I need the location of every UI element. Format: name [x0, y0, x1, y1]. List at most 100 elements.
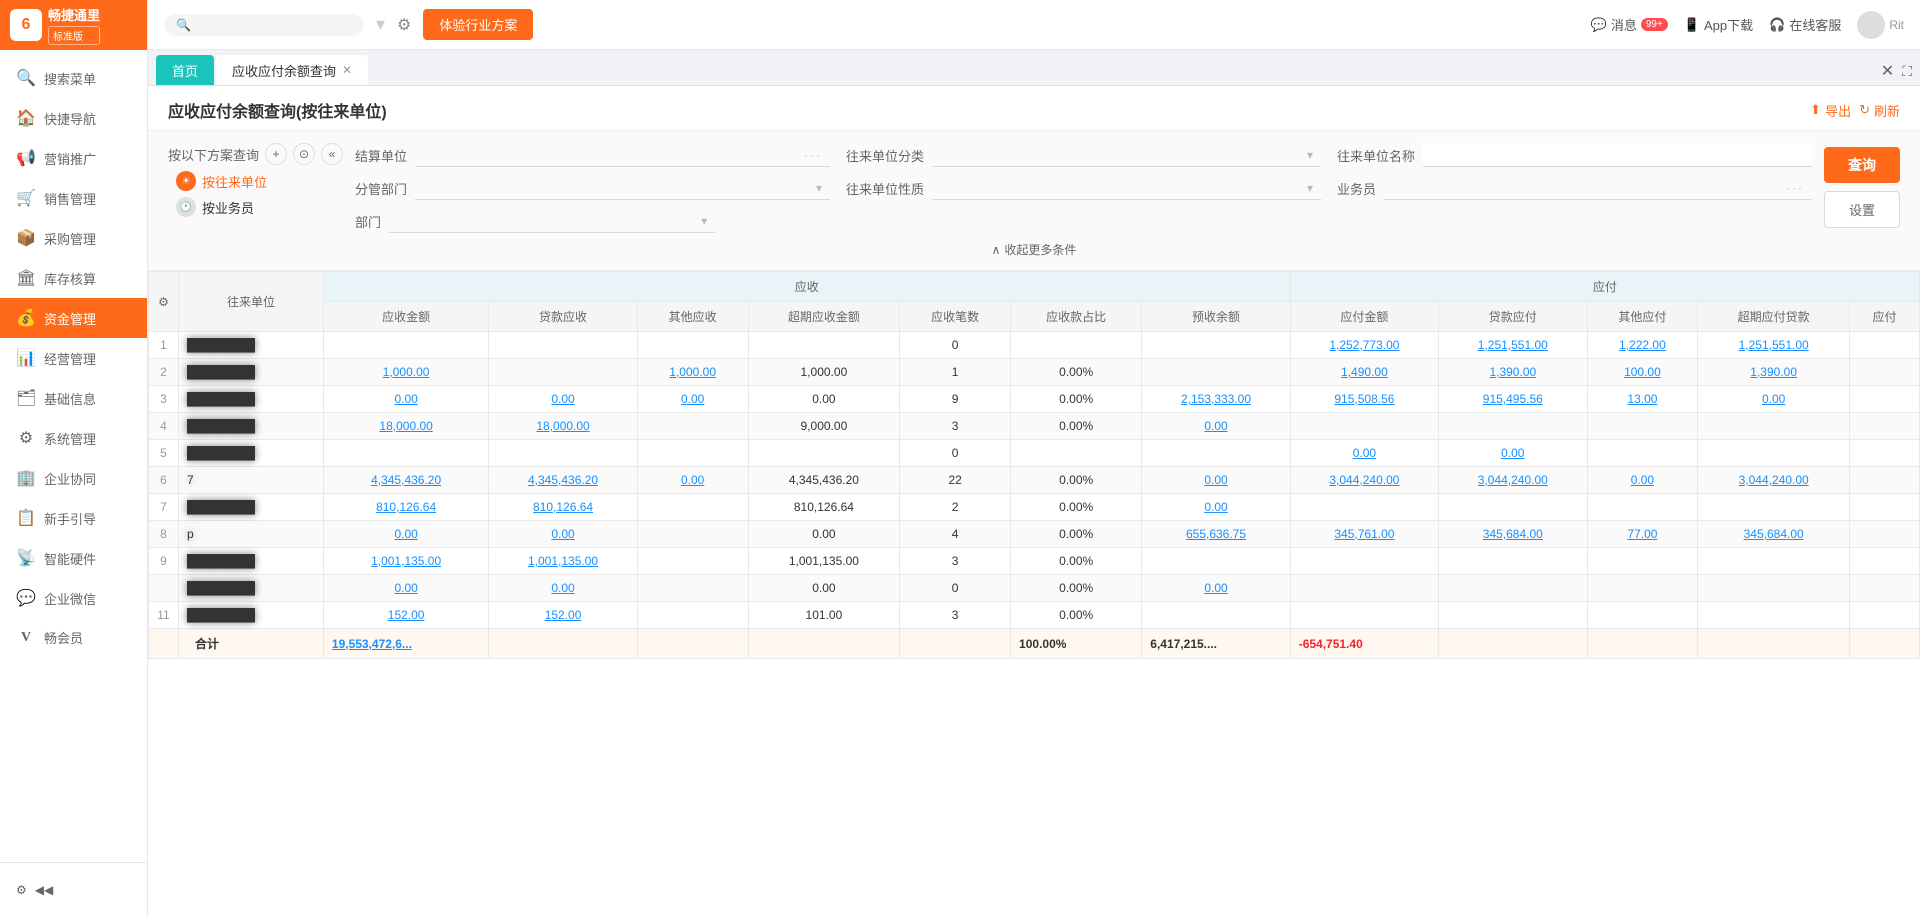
row-data-cell[interactable] [1142, 602, 1290, 629]
row-data-cell[interactable] [637, 413, 748, 440]
row-data-cell[interactable]: 3,044,240.00 [1290, 467, 1438, 494]
salesman-input[interactable]: ··· [1384, 177, 1812, 200]
dept2-input[interactable]: ▾ [389, 210, 715, 233]
row-data-cell[interactable]: 0.00 [637, 386, 748, 413]
row-data-cell[interactable]: 4,345,436.20 [489, 467, 637, 494]
sidebar-item-system[interactable]: ⚙ 系统管理 [0, 418, 147, 458]
row-data-cell[interactable] [1142, 359, 1290, 386]
table-settings-header[interactable]: ⚙ [149, 272, 179, 332]
sidebar-collapse-btn[interactable]: ◀◀ [35, 883, 53, 897]
row-data-cell[interactable]: 915,495.56 [1439, 386, 1587, 413]
sidebar-item-purchase[interactable]: 📦 采购管理 [0, 218, 147, 258]
row-data-cell[interactable] [1142, 440, 1290, 467]
topbar-online-service[interactable]: 🎧 在线客服 [1769, 15, 1841, 34]
row-data-cell[interactable]: 0.00 [1698, 386, 1850, 413]
row-data-cell[interactable] [1290, 602, 1438, 629]
row-data-cell[interactable]: 1,251,551.00 [1698, 332, 1850, 359]
row-data-cell[interactable] [637, 602, 748, 629]
row-data-cell[interactable]: 3,044,240.00 [1439, 467, 1587, 494]
category-input[interactable]: ▾ [932, 144, 1321, 167]
sidebar-item-hardware[interactable]: 📡 智能硬件 [0, 538, 147, 578]
row-data-cell[interactable] [1698, 548, 1850, 575]
row-data-cell[interactable] [637, 332, 748, 359]
row-data-cell[interactable]: 1,222.00 [1587, 332, 1698, 359]
row-data-cell[interactable] [1439, 494, 1587, 521]
row-data-cell[interactable] [1587, 413, 1698, 440]
partner-name-input[interactable] [1423, 143, 1812, 167]
row-data-cell[interactable] [489, 332, 637, 359]
sidebar-item-inventory[interactable]: 🏛 库存核算 [0, 258, 147, 298]
row-data-cell[interactable]: 810,126.64 [489, 494, 637, 521]
row-data-cell[interactable] [1290, 548, 1438, 575]
tab-home[interactable]: 首页 [156, 55, 214, 85]
row-data-cell[interactable]: 345,761.00 [1290, 521, 1438, 548]
row-data-cell[interactable] [1698, 440, 1850, 467]
filter-collapse-icon[interactable]: « [321, 143, 343, 165]
row-data-cell[interactable] [1439, 548, 1587, 575]
sidebar-item-newbie[interactable]: 📋 新手引导 [0, 498, 147, 538]
row-data-cell[interactable] [1290, 494, 1438, 521]
row-data-cell[interactable]: 1,001,135.00 [323, 548, 488, 575]
row-data-cell[interactable] [1698, 413, 1850, 440]
row-data-cell[interactable] [1142, 332, 1290, 359]
row-data-cell[interactable]: 0.00 [1142, 575, 1290, 602]
collapse-btn[interactable]: ∧ 收起更多条件 [992, 241, 1077, 258]
topbar-user[interactable]: Rit [1857, 11, 1904, 39]
row-data-cell[interactable]: 0.00 [323, 386, 488, 413]
sidebar-settings-btn[interactable]: ⚙ ◀◀ [0, 875, 147, 905]
row-data-cell[interactable] [1698, 575, 1850, 602]
row-data-cell[interactable] [489, 440, 637, 467]
row-data-cell[interactable] [323, 332, 488, 359]
row-data-cell[interactable]: 345,684.00 [1698, 521, 1850, 548]
row-data-cell[interactable]: 0.00 [489, 521, 637, 548]
row-data-cell[interactable] [1587, 494, 1698, 521]
row-data-cell[interactable]: 1,390.00 [1439, 359, 1587, 386]
row-data-cell[interactable] [637, 494, 748, 521]
row-data-cell[interactable] [489, 359, 637, 386]
row-data-cell[interactable] [637, 575, 748, 602]
tab-maximize-icon[interactable]: ⛶ [1902, 63, 1912, 80]
row-data-cell[interactable]: 1,390.00 [1698, 359, 1850, 386]
row-data-cell[interactable] [1439, 602, 1587, 629]
topbar-gear-icon[interactable]: ⚙ [397, 15, 411, 35]
export-btn[interactable]: ⬆ 导出 [1810, 101, 1851, 120]
tab-close-icon[interactable]: ✕ [342, 63, 352, 77]
row-data-cell[interactable]: 810,126.64 [323, 494, 488, 521]
row-data-cell[interactable]: 655,636.75 [1142, 521, 1290, 548]
row-data-cell[interactable]: 1,252,773.00 [1290, 332, 1438, 359]
row-data-cell[interactable]: 100.00 [1587, 359, 1698, 386]
row-data-cell[interactable] [1587, 548, 1698, 575]
row-data-cell[interactable]: 1,000.00 [637, 359, 748, 386]
sidebar-item-wechat[interactable]: 💬 企业微信 [0, 578, 147, 618]
row-data-cell[interactable] [1439, 575, 1587, 602]
row-data-cell[interactable]: 0.00 [323, 521, 488, 548]
row-data-cell[interactable]: 77.00 [1587, 521, 1698, 548]
filter-mode-staff[interactable]: 🕐 按业务员 [176, 197, 343, 217]
row-data-cell[interactable]: 152.00 [489, 602, 637, 629]
row-data-cell[interactable] [1290, 413, 1438, 440]
row-data-cell[interactable]: 0.00 [1439, 440, 1587, 467]
row-data-cell[interactable]: 1,251,551.00 [1439, 332, 1587, 359]
row-data-cell[interactable] [1142, 548, 1290, 575]
row-data-cell[interactable]: 3,044,240.00 [1698, 467, 1850, 494]
sidebar-item-corp[interactable]: 🏢 企业协同 [0, 458, 147, 498]
topbar-messages[interactable]: 💬 消息 99+ [1591, 15, 1668, 34]
row-data-cell[interactable]: 152.00 [323, 602, 488, 629]
row-data-cell[interactable] [1587, 440, 1698, 467]
table-settings-icon[interactable]: ⚙ [158, 295, 169, 309]
row-data-cell[interactable]: 18,000.00 [489, 413, 637, 440]
row-data-cell[interactable]: 915,508.56 [1290, 386, 1438, 413]
row-data-cell[interactable] [1587, 575, 1698, 602]
row-data-cell[interactable]: 345,684.00 [1439, 521, 1587, 548]
filter-settings-btn[interactable]: ⊙ [293, 143, 315, 165]
row-data-cell[interactable] [1587, 602, 1698, 629]
topbar-app-download[interactable]: 📱 App下载 [1684, 15, 1753, 34]
promo-btn[interactable]: 体验行业方案 [423, 9, 533, 40]
setting-btn[interactable]: 设置 [1824, 191, 1900, 228]
row-data-cell[interactable] [1439, 413, 1587, 440]
sidebar-item-marketing[interactable]: 📢 营销推广 [0, 138, 147, 178]
sidebar-item-member[interactable]: V 畅会员 [0, 618, 147, 657]
sidebar-item-basic[interactable]: 🗂 基础信息 [0, 378, 147, 418]
row-data-cell[interactable]: 1,001,135.00 [489, 548, 637, 575]
topbar-search[interactable]: 🔍 [164, 14, 364, 36]
